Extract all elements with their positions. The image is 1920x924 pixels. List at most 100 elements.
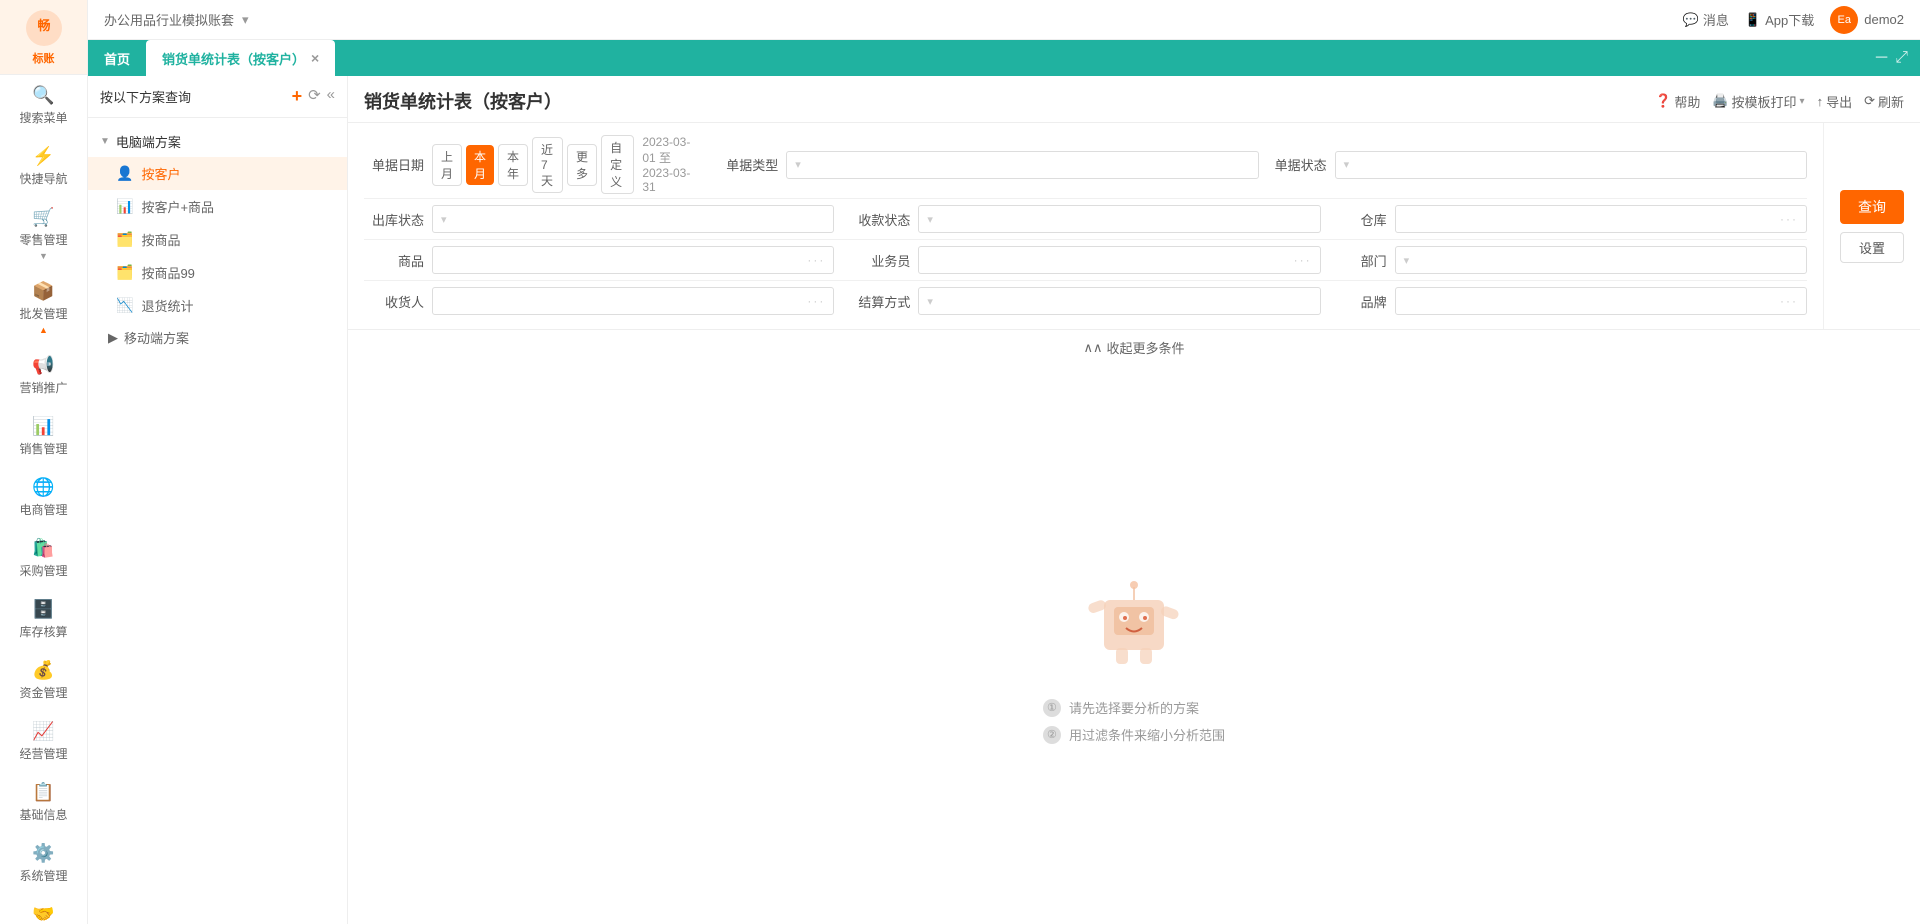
doc-type-row: 单据类型 ▾ [718, 151, 1258, 179]
finance-icon: 💰 [32, 660, 54, 681]
dept-label: 部门 [1337, 251, 1387, 270]
sidebar-item-label: 销售管理 [19, 440, 67, 457]
query-button[interactable]: 查询 [1840, 190, 1904, 224]
date-tab-last7[interactable]: 近7天 [532, 137, 563, 193]
warehouse-input[interactable]: ··· [1395, 205, 1807, 233]
download-icon: 📱 [1745, 12, 1761, 28]
collapse-bar[interactable]: ∧∧ 收起更多条件 [348, 330, 1920, 365]
app-download-btn[interactable]: 📱 App下载 [1745, 10, 1814, 29]
sales-icon: 📊 [32, 416, 54, 437]
date-tab-last-month[interactable]: 上月 [432, 144, 462, 186]
sidebar-item-label: 批发管理 [19, 305, 67, 322]
receiver-input[interactable]: ··· [432, 287, 834, 315]
system-icon: ⚙️ [32, 843, 54, 864]
sidebar-item-label: 系统管理 [19, 867, 67, 884]
sidebar-item-system[interactable]: ⚙️ 系统管理 [0, 833, 87, 894]
tip-num-1: ① [1043, 699, 1061, 717]
tree-item-by-customer[interactable]: 👤 按客户 [88, 157, 347, 190]
help-icon: ❓ [1655, 93, 1671, 109]
date-tab-this-month[interactable]: 本月 [466, 145, 494, 185]
sidebar-item-label: 电商管理 [19, 501, 67, 518]
settings-button[interactable]: 设置 [1840, 232, 1904, 263]
user-info[interactable]: Ea demo2 [1830, 6, 1904, 34]
brand-label: 品牌 [1337, 292, 1387, 311]
tree-item-by-goods-99[interactable]: 🗂️ 按商品99 [88, 256, 347, 289]
retail-icon: 🛒 [32, 207, 54, 228]
warehouse-label: 仓库 [1337, 210, 1387, 229]
dropdown-arrow-icon[interactable]: ▾ [242, 12, 249, 28]
message-btn[interactable]: 💬 消息 [1683, 10, 1729, 29]
sidebar-item-search[interactable]: 🔍 搜索菜单 [0, 75, 87, 136]
tab-minimize-icon[interactable]: ─ [1876, 49, 1887, 67]
payment-select[interactable]: ▾ [918, 205, 1320, 233]
date-tab-this-year[interactable]: 本年 [498, 144, 528, 186]
sidebar-item-operations[interactable]: 📈 经营管理 [0, 711, 87, 772]
filter-cell-payment-method: 结算方式 ▾ [850, 287, 1320, 315]
payment-method-arrow-icon: ▾ [927, 295, 933, 308]
filter-cell-dept: 部门 ▾ [1337, 246, 1807, 274]
sidebar-item-inventory[interactable]: 🗄️ 库存核算 [0, 589, 87, 650]
receiver-dots-icon: ··· [807, 294, 825, 308]
tree-group-arrow-icon: ▼ [100, 136, 110, 147]
tab-sales-stats-label: 销货单统计表（按客户） [162, 49, 305, 68]
sidebar-item-enterprise[interactable]: 🤝 企业协同 [0, 894, 87, 924]
filter-row-3: 收货人 ··· 结算方式 ▾ 品牌 [364, 281, 1807, 321]
robot-svg [1069, 545, 1199, 675]
payment-method-select[interactable]: ▾ [918, 287, 1320, 315]
tip-num-2: ② [1043, 726, 1061, 744]
sidebar-item-quick-nav[interactable]: ⚡ 快捷导航 [0, 136, 87, 197]
refresh-btn[interactable]: ⟳ 刷新 [1864, 92, 1904, 111]
tab-home[interactable]: 首页 [88, 40, 146, 76]
filter-cell-goods: 商品 ··· [364, 246, 834, 274]
sidebar-item-label: 零售管理 [19, 231, 67, 248]
sidebar-item-wholesale[interactable]: 📦 批发管理 ▲ [0, 271, 87, 345]
tree-item-by-goods[interactable]: 🗂️ 按商品 [88, 223, 347, 256]
sidebar-item-retail[interactable]: 🛒 零售管理 ▼ [0, 197, 87, 271]
payment-arrow-icon: ▾ [927, 213, 933, 226]
sidebar-item-purchase[interactable]: 🛍️ 采购管理 [0, 528, 87, 589]
sidebar-item-ecommerce[interactable]: 🌐 电商管理 [0, 467, 87, 528]
sidebar-item-label: 资金管理 [19, 684, 67, 701]
goods-icon: 🗂️ [116, 231, 133, 248]
template-print-btn[interactable]: 🖨️ 按模板打印 ▾ [1712, 92, 1804, 111]
tab-maximize-icon[interactable]: ⤢ [1895, 49, 1908, 67]
topbar-title: 办公用品行业模拟账套 [104, 10, 234, 29]
tree-item-label: 退货统计 [141, 296, 193, 315]
tab-close-btn[interactable]: × [311, 50, 319, 66]
empty-state: ① 请先选择要分析的方案 ② 用过滤条件来缩小分析范围 [348, 365, 1920, 924]
doc-type-select[interactable]: ▾ [786, 151, 1258, 179]
help-btn[interactable]: ❓ 帮助 [1655, 92, 1700, 111]
collapse-panel-btn[interactable]: « [327, 86, 335, 107]
doc-type-arrow-icon: ▾ [795, 158, 801, 171]
filter-cell-salesman: 业务员 ··· [850, 246, 1320, 274]
left-panel-tree: ▼ 电脑端方案 👤 按客户 📊 按客户+商品 🗂️ 按商品 [88, 118, 347, 924]
page-title: 销货单统计表（按客户） [364, 88, 562, 114]
tree-item-returns[interactable]: 📉 退货统计 [88, 289, 347, 322]
export-btn[interactable]: ↑ 导出 [1817, 92, 1853, 111]
add-scheme-btn[interactable]: + [292, 86, 303, 107]
sidebar-item-label: 经营管理 [19, 745, 67, 762]
mobile-arrow-icon: ▶ [108, 330, 118, 346]
doc-status-select[interactable]: ▾ [1335, 151, 1807, 179]
sidebar-item-finance[interactable]: 💰 资金管理 [0, 650, 87, 711]
sidebar-item-marketing[interactable]: 📢 营销推广 [0, 345, 87, 406]
goods-input[interactable]: ··· [432, 246, 834, 274]
enterprise-icon: 🤝 [32, 904, 54, 924]
tree-item-by-customer-goods[interactable]: 📊 按客户+商品 [88, 190, 347, 223]
tree-group-mobile-header[interactable]: ▶ 移动端方案 [88, 322, 347, 353]
tree-group-desktop-header[interactable]: ▼ 电脑端方案 [88, 126, 347, 157]
outbound-select[interactable]: ▾ [432, 205, 834, 233]
brand-input[interactable]: ··· [1395, 287, 1807, 315]
salesman-input[interactable]: ··· [918, 246, 1320, 274]
empty-tip-2: ② 用过滤条件来缩小分析范围 [1043, 725, 1225, 744]
sidebar-item-sales[interactable]: 📊 销售管理 [0, 406, 87, 467]
date-tab-more[interactable]: 更多 [567, 144, 597, 186]
ecommerce-icon: 🌐 [32, 477, 54, 498]
tab-sales-stats[interactable]: 销货单统计表（按客户） × [146, 40, 335, 76]
filter-row-1: 出库状态 ▾ 收款状态 ▾ 仓库 [364, 199, 1807, 240]
dept-select[interactable]: ▾ [1395, 246, 1807, 274]
refresh-scheme-btn[interactable]: ⟳ [308, 86, 321, 107]
sidebar-item-basic[interactable]: 📋 基础信息 [0, 772, 87, 833]
brand-dots-icon: ··· [1780, 294, 1798, 308]
date-tab-custom[interactable]: 自定义 [601, 135, 634, 194]
